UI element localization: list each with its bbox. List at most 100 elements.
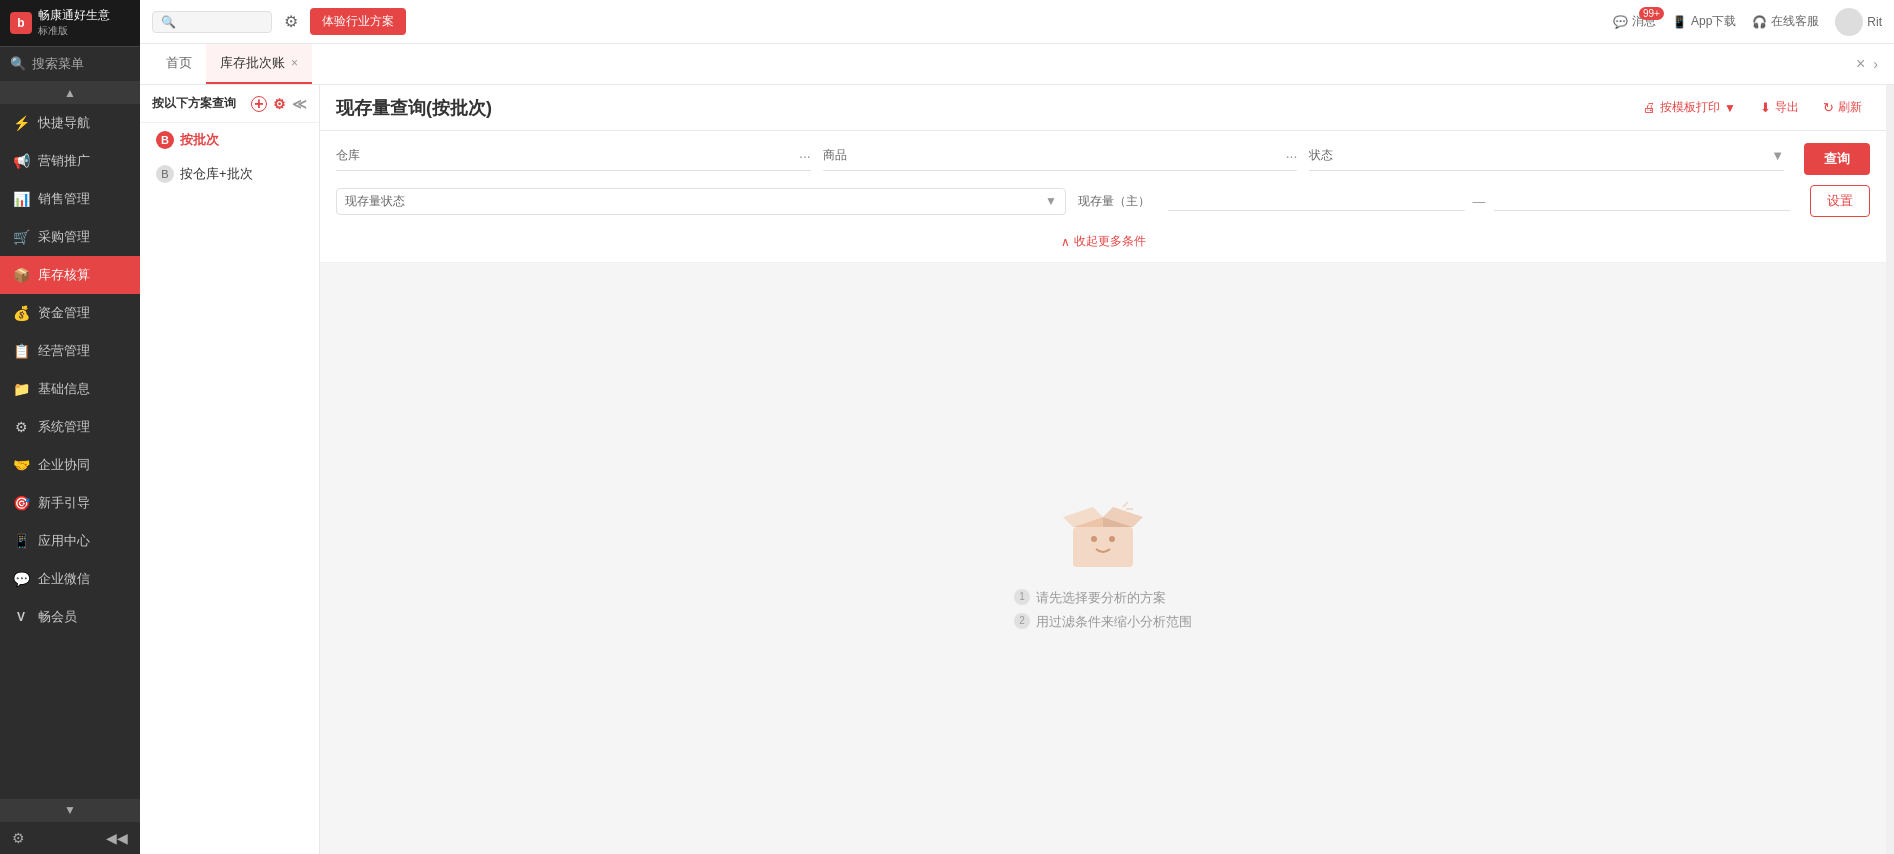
filter-results-wrapper: 仓库 ··· 商品 ··· 状态 <box>320 131 1886 854</box>
sidebar-item-quick-nav[interactable]: ⚡ 快捷导航 <box>0 104 140 142</box>
online-service-btn[interactable]: 🎧 在线客服 <box>1752 13 1819 30</box>
avatar <box>1835 8 1863 36</box>
filter-row-1: 仓库 ··· 商品 ··· 状态 <box>336 143 1870 175</box>
quantity-min-input[interactable] <box>1168 192 1465 211</box>
status-label: 状态 <box>1309 147 1369 164</box>
page-header-actions: 🖨 按模板打印 ▼ ⬇ 导出 ↻ 刷新 <box>1635 95 1870 120</box>
basic-icon: 📁 <box>12 380 30 398</box>
goods-label: 商品 <box>823 147 883 164</box>
empty-state: 1 请先选择要分析的方案 2 用过滤条件来缩小分析范围 <box>320 263 1886 854</box>
warehouse-label: 仓库 <box>336 147 396 164</box>
svg-rect-0 <box>1073 527 1133 567</box>
sidebar-item-operations[interactable]: 📋 经营管理 <box>0 332 140 370</box>
phone-icon: 📱 <box>1672 15 1687 29</box>
main-area: 🔍 ⚙ 体验行业方案 💬 消息 99+ 📱 App下载 🎧 在线客服 Rit <box>140 0 1894 854</box>
tab-home[interactable]: 首页 <box>152 44 206 84</box>
topbar-search-icon: 🔍 <box>161 15 176 29</box>
app-name: 畅康通好生意 <box>38 8 110 24</box>
plan-icon-batch: B <box>156 131 174 149</box>
operations-icon: 📋 <box>12 342 30 360</box>
sidebar-item-inventory[interactable]: 📦 库存核算 <box>0 256 140 294</box>
warehouse-more-icon[interactable]: ··· <box>799 148 811 164</box>
user-avatar-btn[interactable]: Rit <box>1835 8 1882 36</box>
guide-icon: 🎯 <box>12 494 30 512</box>
svg-point-5 <box>1091 536 1097 542</box>
sidebar-item-guide[interactable]: 🎯 新手引导 <box>0 484 140 522</box>
tab-close-icon[interactable]: × <box>291 56 298 70</box>
left-panel-header: 按以下方案查询 + ⚙ ≪ <box>140 85 319 123</box>
empty-illustration <box>1058 487 1148 577</box>
warehouse-input[interactable] <box>402 149 793 163</box>
plan-icon-warehouse-batch: B <box>156 165 174 183</box>
print-arrow-icon[interactable]: ▼ <box>1724 101 1736 115</box>
quick-nav-icon: ⚡ <box>12 114 30 132</box>
collapse-btn[interactable]: ∧ 收起更多条件 <box>336 227 1870 250</box>
sidebar-item-app-center[interactable]: 📱 应用中心 <box>0 522 140 560</box>
purchase-icon: 🛒 <box>12 228 30 246</box>
plan-by-batch[interactable]: B 按批次 <box>140 123 319 157</box>
print-icon: 🖨 <box>1643 100 1656 115</box>
tabs-right-arrow-icon[interactable]: › <box>1869 52 1882 76</box>
app-version: 标准版 <box>38 24 110 38</box>
member-icon: V <box>12 608 30 626</box>
tip-num-1: 1 <box>1014 589 1030 605</box>
sidebar-item-enterprise[interactable]: 🤝 企业协同 <box>0 446 140 484</box>
sidebar-item-sales[interactable]: 📊 销售管理 <box>0 180 140 218</box>
inventory-status-arrow-icon: ▼ <box>1045 194 1057 208</box>
sidebar-item-finance[interactable]: 💰 资金管理 <box>0 294 140 332</box>
quantity-max-input[interactable] <box>1494 192 1791 211</box>
app-logo: b <box>10 12 32 34</box>
tabs-bar: 首页 库存批次账 × × › <box>140 44 1894 85</box>
tabs-right-close-icon[interactable]: × <box>1852 51 1869 77</box>
goods-input[interactable] <box>889 149 1280 163</box>
content-area: 按以下方案查询 + ⚙ ≪ B 按批次 B 按仓库+批次 现存量查询(按批次) <box>140 85 1894 854</box>
topbar-gear-icon[interactable]: ⚙ <box>280 8 302 35</box>
topbar-right: 💬 消息 99+ 📱 App下载 🎧 在线客服 Rit <box>1613 8 1882 36</box>
collapse-panel-icon[interactable]: ≪ <box>292 96 307 112</box>
svg-line-7 <box>1123 502 1128 507</box>
add-plan-icon[interactable]: + <box>251 96 267 112</box>
experience-btn[interactable]: 体验行业方案 <box>310 8 406 35</box>
finance-icon: 💰 <box>12 304 30 322</box>
sidebar-scroll-up[interactable]: ▲ <box>0 82 140 104</box>
wechat-icon: 💬 <box>12 570 30 588</box>
right-scrollbar[interactable] <box>1886 85 1894 854</box>
sales-icon: 📊 <box>12 190 30 208</box>
query-btn[interactable]: 查询 <box>1804 143 1870 175</box>
sidebar-item-system[interactable]: ⚙ 系统管理 <box>0 408 140 446</box>
topbar-search-box[interactable]: 🔍 <box>152 11 272 33</box>
export-btn[interactable]: ⬇ 导出 <box>1752 95 1807 120</box>
sidebar-header: b 畅康通好生意 标准版 <box>0 0 140 47</box>
filter-row-2: 现存量状态 ▼ 现存量（主） — 设置 <box>336 185 1870 217</box>
system-icon: ⚙ <box>12 418 30 436</box>
marketing-icon: 📢 <box>12 152 30 170</box>
page-title: 现存量查询(按批次) <box>336 96 492 120</box>
sidebar-scroll-down[interactable]: ▼ <box>0 799 140 821</box>
export-icon: ⬇ <box>1760 100 1771 115</box>
footer-collapse-icon[interactable]: ◀◀ <box>106 830 128 846</box>
plan-by-warehouse-batch[interactable]: B 按仓库+批次 <box>140 157 319 191</box>
sidebar-item-member[interactable]: V 畅会员 <box>0 598 140 636</box>
settings-plan-icon[interactable]: ⚙ <box>273 96 286 112</box>
tab-inventory-batch[interactable]: 库存批次账 × <box>206 44 312 84</box>
messages-icon: 💬 <box>1613 15 1628 29</box>
print-btn[interactable]: 🖨 按模板打印 ▼ <box>1635 95 1744 120</box>
sidebar-item-marketing[interactable]: 📢 营销推广 <box>0 142 140 180</box>
refresh-btn[interactable]: ↻ 刷新 <box>1815 95 1870 120</box>
messages-btn[interactable]: 💬 消息 99+ <box>1613 13 1656 30</box>
empty-tips: 1 请先选择要分析的方案 2 用过滤条件来缩小分析范围 <box>1014 589 1192 631</box>
sidebar-item-purchase[interactable]: 🛒 采购管理 <box>0 218 140 256</box>
sidebar-search[interactable]: 🔍 搜索菜单 <box>0 47 140 82</box>
filter-area: 仓库 ··· 商品 ··· 状态 <box>320 131 1886 263</box>
goods-more-icon[interactable]: ··· <box>1286 148 1298 164</box>
sidebar-item-basic[interactable]: 📁 基础信息 <box>0 370 140 408</box>
status-arrow-icon[interactable]: ▼ <box>1771 148 1784 163</box>
inventory-status-select[interactable]: 现存量状态 ▼ <box>336 188 1066 215</box>
sidebar: b 畅康通好生意 标准版 🔍 搜索菜单 ▲ ⚡ 快捷导航 📢 营销推广 📊 销售… <box>0 0 140 854</box>
app-name-block: 畅康通好生意 标准版 <box>38 8 110 38</box>
sidebar-item-wechat[interactable]: 💬 企业微信 <box>0 560 140 598</box>
footer-settings-icon[interactable]: ⚙ <box>12 830 25 846</box>
app-download-btn[interactable]: 📱 App下载 <box>1672 13 1736 30</box>
settings-btn[interactable]: 设置 <box>1810 185 1870 217</box>
refresh-icon: ↻ <box>1823 100 1834 115</box>
